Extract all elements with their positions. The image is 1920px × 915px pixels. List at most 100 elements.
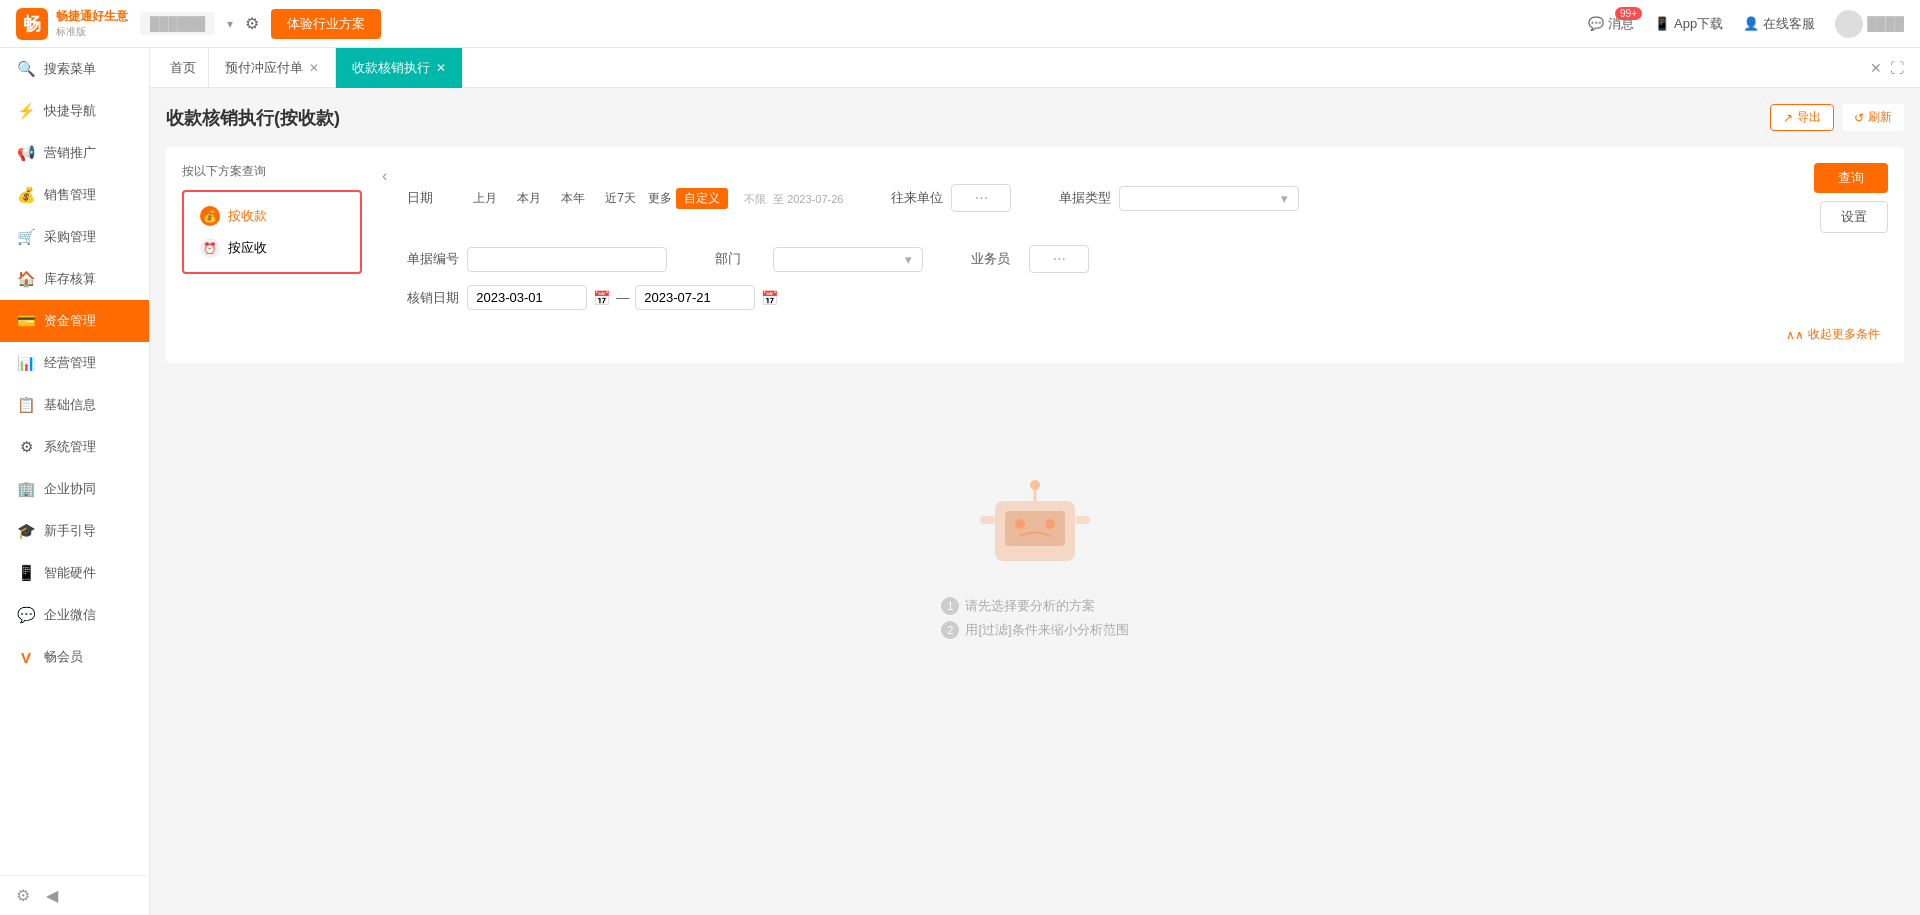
sidebar-item-enterprise[interactable]: 🏢 企业协同 [0,468,149,510]
logo-area: 畅 畅捷通好生意 标准版 [16,8,128,40]
top-bar: 畅 畅捷通好生意 标准版 ██████ ▾ ⚙ 体验行业方案 💬 消息 99+ … [0,0,1920,48]
bottom-settings-icon[interactable]: ⚙ [16,886,30,905]
logo-text: 畅捷通好生意 标准版 [56,8,128,39]
app-logo: 畅 [16,8,48,40]
marketing-icon: 📢 [16,144,36,162]
message-button[interactable]: 💬 消息 99+ [1588,15,1634,33]
verify-date-field: 核销日期 📅 — 📅 [407,285,778,310]
dept-label: 部门 [715,250,765,268]
filter-option-by-receivable[interactable]: ⏰ 按应收 [192,232,352,264]
company-selector[interactable]: ██████ [140,12,215,35]
sidebar: 🔍 搜索菜单 ⚡ 快捷导航 📢 营销推广 💰 销售管理 🛒 采购管理 🏠 库存核… [0,48,150,915]
page-header: 收款核销执行(按收款) ↗ 导出 ↺ 刷新 [166,104,1904,131]
tab-expand-icon[interactable]: ⛶ [1890,60,1904,76]
system-icon: ⚙ [16,438,36,456]
tab-receipt-writeoff-close[interactable]: ✕ [436,61,446,75]
inventory-icon: 🏠 [16,270,36,288]
date-btn-more[interactable]: 更多 [648,190,672,207]
tab-close-all-icon[interactable]: ✕ [1870,60,1882,76]
date-no-limit: 不限 至 2023-07-26 [744,192,843,207]
tab-receipt-writeoff[interactable]: 收款核销执行 ✕ [336,48,463,88]
sidebar-item-business[interactable]: 📊 经营管理 [0,342,149,384]
settings-icon[interactable]: ⚙ [245,14,259,33]
online-service-button[interactable]: 👤 在线客服 [1743,15,1815,33]
counterpart-label: 往来单位 [891,189,943,207]
empty-illustration [975,461,1095,581]
sidebar-item-guide[interactable]: 🎓 新手引导 [0,510,149,552]
svg-rect-7 [1075,516,1090,524]
collapse-more-button[interactable]: ∧∧ 收起更多条件 [1778,322,1888,347]
page-actions: ↗ 导出 ↺ 刷新 [1770,104,1904,131]
bill-no-field: 单据编号 [407,247,667,272]
query-button[interactable]: 查询 [1814,163,1888,193]
by-receipt-icon: 💰 [200,206,220,226]
settings-button[interactable]: 设置 [1820,201,1888,233]
user-menu[interactable]: ████ [1835,10,1904,38]
sidebar-item-basic[interactable]: 📋 基础信息 [0,384,149,426]
date-btn-this-year[interactable]: 本年 [553,188,593,209]
sidebar-item-hardware[interactable]: 📱 智能硬件 [0,552,149,594]
svg-point-5 [1030,480,1040,490]
sidebar-item-system[interactable]: ⚙ 系统管理 [0,426,149,468]
industry-solution-button[interactable]: 体验行业方案 [271,9,381,39]
filter-collapse-button[interactable]: ‹ [378,163,391,347]
top-bar-right: 💬 消息 99+ 📱 App下载 👤 在线客服 ████ [1588,10,1904,38]
purchase-icon: 🛒 [16,228,36,246]
dept-select[interactable]: ▾ [773,247,923,272]
bill-type-select[interactable]: ▾ [1119,186,1299,211]
svg-rect-6 [980,516,995,524]
salesperson-input[interactable]: ··· [1029,245,1089,273]
sidebar-item-sales[interactable]: 💰 销售管理 [0,174,149,216]
verify-date-end-cal-icon[interactable]: 📅 [761,290,778,306]
salesperson-label: 业务员 [971,250,1021,268]
hint-2-text: 用[过滤]条件来缩小分析范围 [965,621,1128,639]
refresh-button[interactable]: ↺ 刷新 [1842,104,1904,131]
sidebar-item-inventory[interactable]: 🏠 库存核算 [0,258,149,300]
hint-2-num: 2 [941,621,959,639]
verify-date-start[interactable] [467,285,587,310]
tab-home[interactable]: 首页 [158,48,209,88]
sidebar-item-marketing[interactable]: 📢 营销推广 [0,132,149,174]
by-receivable-icon: ⏰ [200,238,220,258]
filter-form: 日期 上月 本月 本年 近7天 更多 自定义 [407,163,1888,347]
tabs-right-actions: ✕ ⛶ [1870,60,1912,76]
sidebar-item-wechat[interactable]: 💬 企业微信 [0,594,149,636]
svg-point-2 [1015,519,1025,529]
svg-rect-1 [1005,511,1065,546]
tab-prepay-close[interactable]: ✕ [309,61,319,75]
counterpart-input[interactable]: ··· [951,184,1011,212]
export-icon: ↗ [1783,111,1793,125]
filter-option-by-receipt[interactable]: 💰 按收款 [192,200,352,232]
date-btn-7days[interactable]: 近7天 [597,188,644,209]
enterprise-icon: 🏢 [16,480,36,498]
date-btn-last-month[interactable]: 上月 [465,188,505,209]
avatar [1835,10,1863,38]
verify-date-start-cal-icon[interactable]: 📅 [593,290,610,306]
member-icon: V [16,649,36,666]
filter-panel: 按以下方案查询 💰 按收款 ⏰ 按应收 ‹ [166,147,1904,363]
bottom-collapse-icon[interactable]: ◀ [46,886,58,905]
sidebar-item-purchase[interactable]: 🛒 采购管理 [0,216,149,258]
empty-hint-1: 1 请先选择要分析的方案 [941,597,1128,615]
filter-row-1: 日期 上月 本月 本年 近7天 更多 自定义 [407,163,1888,233]
bill-type-label: 单据类型 [1059,189,1111,207]
filter-section-label: 按以下方案查询 [182,163,362,180]
export-button[interactable]: ↗ 导出 [1770,104,1834,131]
sidebar-item-quick-nav[interactable]: ⚡ 快捷导航 [0,90,149,132]
top-bar-left: 畅 畅捷通好生意 标准版 ██████ ▾ ⚙ 体验行业方案 [16,8,381,40]
tab-prepay[interactable]: 预付冲应付单 ✕ [209,48,336,88]
sidebar-item-finance[interactable]: 💳 资金管理 [0,300,149,342]
sidebar-item-member[interactable]: V 畅会员 [0,636,149,678]
date-btn-custom[interactable]: 自定义 [676,188,728,209]
company-dropdown-icon[interactable]: ▾ [227,17,233,31]
empty-hints: 1 请先选择要分析的方案 2 用[过滤]条件来缩小分析范围 [941,597,1128,639]
app-download-button[interactable]: 📱 App下载 [1654,15,1723,33]
filter-actions: 查询 设置 [1814,163,1888,233]
date-btn-this-month[interactable]: 本月 [509,188,549,209]
verify-date-label: 核销日期 [407,289,459,307]
verify-date-end[interactable] [635,285,755,310]
dept-field: 部门 ▾ [715,247,923,272]
refresh-icon: ↺ [1854,111,1864,125]
bill-no-input[interactable] [467,247,667,272]
sidebar-item-search-menu[interactable]: 🔍 搜索菜单 [0,48,149,90]
